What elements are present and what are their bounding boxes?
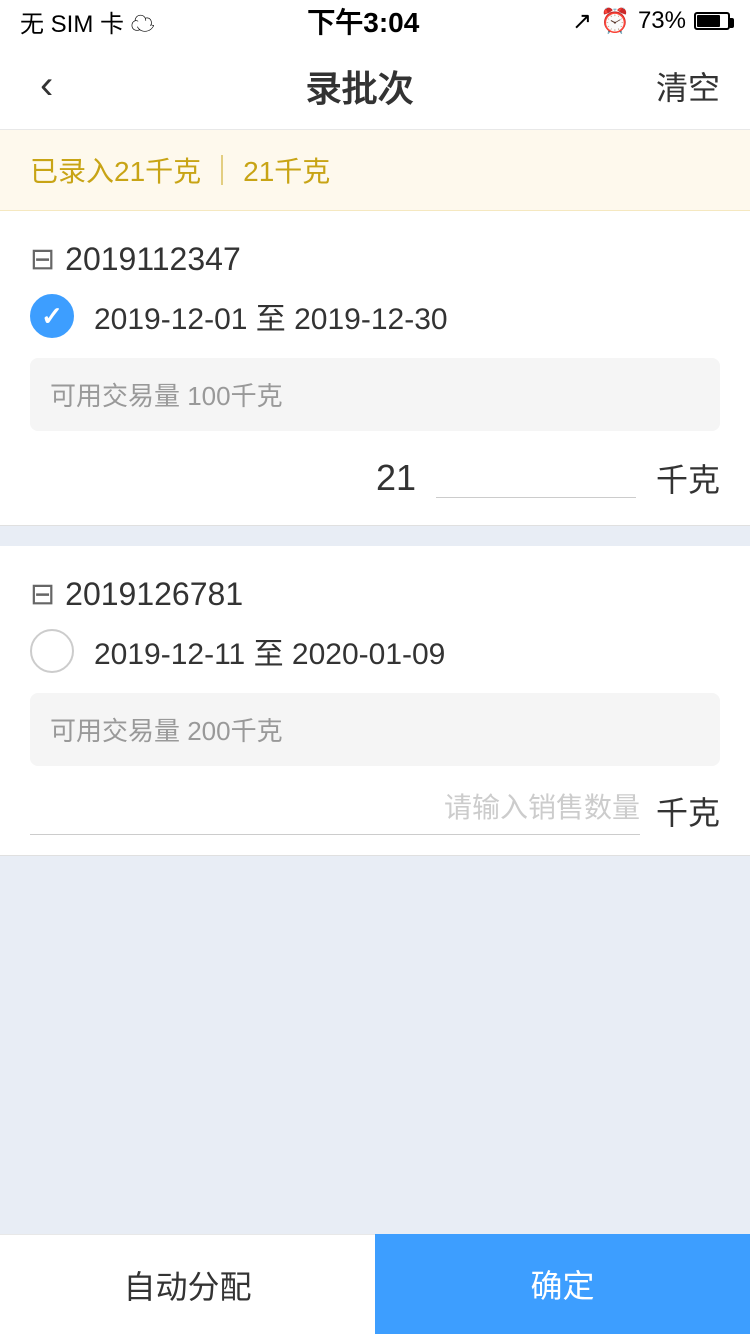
- banner-divider: [221, 155, 223, 185]
- alarm-icon: ⏰: [600, 7, 630, 36]
- back-button[interactable]: ‹: [30, 53, 63, 118]
- batch-id-icon-1: ⊟: [30, 242, 55, 277]
- batch-id-icon-2: ⊟: [30, 577, 55, 612]
- nav-bar: ‹ 录批次 清空: [0, 42, 750, 130]
- empty-area: [0, 856, 750, 1296]
- quantity-value-1: 21: [376, 457, 416, 499]
- status-left: 无 SIM 卡 ☁: [20, 4, 155, 39]
- quantity-unit-1: 千克: [656, 455, 720, 501]
- status-right: ↗ ⏰ 73%: [572, 7, 730, 36]
- recorded-amount-value: 21千克: [243, 150, 330, 190]
- clear-button[interactable]: 清空: [656, 63, 720, 109]
- batch-radio-1[interactable]: [30, 294, 74, 338]
- quantity-placeholder-2: 请输入销售数量: [444, 786, 640, 826]
- batch-radio-2[interactable]: [30, 629, 74, 673]
- batch-date-1: 2019-12-01 至 2019-12-30: [94, 294, 448, 338]
- sim-label: 无 SIM 卡 ☁: [20, 4, 155, 39]
- batch-item-2: ⊟ 2019126781 2019-12-11 至 2020-01-09 可用交…: [0, 546, 750, 766]
- section-separator: [0, 526, 750, 546]
- footer: 自动分配 确定: [0, 1234, 750, 1334]
- auto-distribute-button[interactable]: 自动分配: [0, 1234, 375, 1334]
- quantity-row-1: 21 千克: [0, 431, 750, 526]
- batch-id-1: 2019112347: [65, 241, 241, 278]
- battery-icon: [694, 12, 730, 30]
- page-title: 录批次: [306, 60, 414, 112]
- battery-label: 73%: [638, 7, 686, 35]
- quantity-unit-2: 千克: [656, 788, 720, 834]
- input-row-2: 请输入销售数量 千克: [0, 766, 750, 856]
- batch-date-2: 2019-12-11 至 2020-01-09: [94, 629, 445, 673]
- recorded-amount-label: 已录入21千克: [30, 150, 201, 190]
- batch-id-2: 2019126781: [65, 576, 243, 613]
- confirm-button[interactable]: 确定: [375, 1234, 750, 1334]
- status-bar: 无 SIM 卡 ☁ 下午3:04 ↗ ⏰ 73%: [0, 0, 750, 42]
- batch-available-1: 可用交易量 100千克: [30, 358, 720, 431]
- info-banner: 已录入21千克 21千克: [0, 130, 750, 211]
- batch-item-1: ⊟ 2019112347 2019-12-01 至 2019-12-30 可用交…: [0, 211, 750, 431]
- status-time: 下午3:04: [307, 1, 419, 41]
- batch-available-2: 可用交易量 200千克: [30, 693, 720, 766]
- location-icon: ↗: [572, 7, 592, 36]
